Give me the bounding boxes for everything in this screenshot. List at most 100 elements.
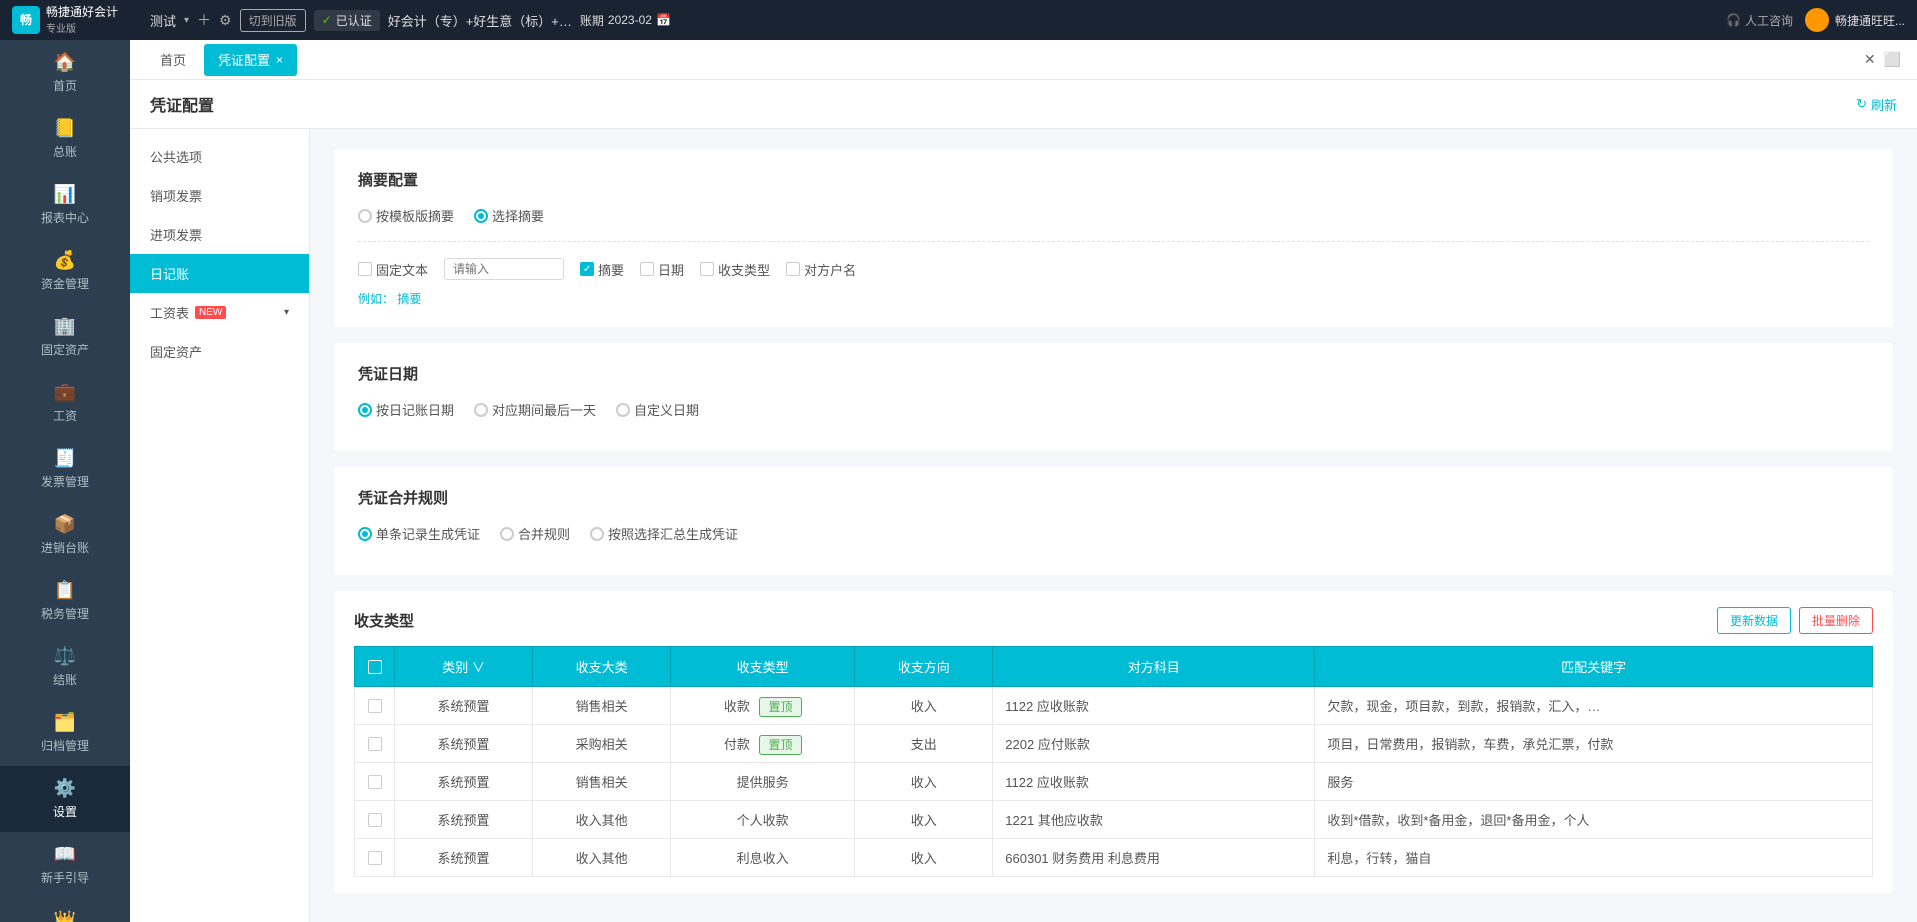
- td-keywords-2: 项目，日常费用，报销款，车费，承兑汇票，付款: [1315, 725, 1873, 763]
- switch-version-button[interactable]: 切到旧版: [240, 9, 306, 32]
- radio-merge-rules[interactable]: 合并规则: [500, 524, 570, 543]
- cb-date-label: 日期: [658, 260, 684, 279]
- nav-item-payroll[interactable]: 工资表 NEW ▾: [130, 293, 309, 332]
- cb-fixed-text-label: 固定文本: [376, 260, 428, 279]
- tab-maximize-button[interactable]: ⬜: [1884, 51, 1901, 68]
- row-checkbox-3[interactable]: [368, 775, 382, 789]
- sidebar-item-member[interactable]: 👑 畅会员: [0, 898, 130, 922]
- radio-diary-date-label: 按日记账日期: [376, 400, 454, 419]
- logo-text: 畅捷通好会计: [46, 5, 118, 19]
- td-checkbox-3[interactable]: [355, 763, 395, 801]
- top-bar-right: 🎧 人工咨询 畅捷通旺旺...: [1726, 8, 1905, 32]
- table-row: 系统预置 销售相关 收款 置顶 收入 1122 应收账款 欠款，现金，项目款，到…: [355, 687, 1873, 725]
- cb-date[interactable]: 日期: [640, 260, 684, 279]
- period-label: 账期: [580, 12, 604, 29]
- td-type-2: 付款 置顶: [671, 725, 855, 763]
- example-prefix: 例如：: [358, 292, 394, 306]
- batch-delete-button[interactable]: 批量删除: [1799, 607, 1873, 634]
- top-bar-middle: 测试 ▾ ＋ ⚙ 切到旧版 ✓ 已认证 好会计（专）+好生意（标）+… 账期 2…: [150, 9, 1718, 32]
- row-checkbox-5[interactable]: [368, 851, 382, 865]
- certified-badge: ✓ 已认证: [314, 10, 380, 31]
- sidebar-item-archive[interactable]: 🗂️ 归档管理: [0, 700, 130, 766]
- tab-voucher-config[interactable]: 凭证配置 ×: [204, 44, 297, 76]
- radio-template-summary[interactable]: 按模板版摘要: [358, 206, 454, 225]
- update-data-button[interactable]: 更新数据: [1717, 607, 1791, 634]
- settings-icon[interactable]: ⚙: [219, 12, 232, 29]
- nav-item-public[interactable]: 公共选项: [130, 137, 309, 176]
- radio-diary-date[interactable]: 按日记账日期: [358, 400, 454, 419]
- settings-sidebar-icon: ⚙️: [54, 778, 76, 799]
- tab-controls: ✕ ⬜: [1864, 51, 1901, 68]
- th-direction: 收支方向: [855, 647, 993, 687]
- refresh-button[interactable]: ↻ 刷新: [1856, 95, 1897, 114]
- cb-summary[interactable]: ✓ 摘要: [580, 260, 624, 279]
- right-content: 摘要配置 按模板版摘要 选择摘要: [310, 129, 1917, 922]
- nav-item-fixed-assets[interactable]: 固定资产: [130, 332, 309, 371]
- fixed-text-input[interactable]: [444, 258, 564, 280]
- radio-custom-date[interactable]: 自定义日期: [616, 400, 699, 419]
- select-all-checkbox[interactable]: [368, 660, 382, 674]
- left-nav: 公共选项 销项发票 进项发票 日记账 工资表 NEW ▾ 固定资产: [130, 129, 310, 922]
- sidebar-item-guide[interactable]: 📖 新手引导: [0, 832, 130, 898]
- reports-icon: 📊: [54, 184, 76, 205]
- th-account: 对方科目: [993, 647, 1315, 687]
- calendar-icon[interactable]: 📅: [656, 13, 671, 27]
- assets-icon: 🏢: [54, 316, 76, 337]
- row-checkbox-2[interactable]: [368, 737, 382, 751]
- period-value: 2023-02: [608, 13, 652, 27]
- sidebar-item-ledger[interactable]: 📒 总账: [0, 106, 130, 172]
- sidebar-item-reports[interactable]: 📊 报表中心: [0, 172, 130, 238]
- nav-item-diary[interactable]: 日记账: [130, 254, 309, 293]
- td-category-4: 系统预置: [395, 801, 533, 839]
- td-type-1: 收款 置顶: [671, 687, 855, 725]
- sidebar-item-assets[interactable]: 🏢 固定资产: [0, 304, 130, 370]
- td-checkbox-1[interactable]: [355, 687, 395, 725]
- add-icon[interactable]: ＋: [197, 10, 211, 30]
- cb-fixed-text[interactable]: 固定文本: [358, 260, 428, 279]
- tab-home[interactable]: 首页: [146, 44, 200, 76]
- sidebar-item-tax[interactable]: 📋 税务管理: [0, 568, 130, 634]
- nav-item-purchase-invoice[interactable]: 进项发票: [130, 215, 309, 254]
- dropdown-arrow-icon[interactable]: ▾: [184, 15, 189, 26]
- top-bar: 畅 畅捷通好会计 专业版 测试 ▾ ＋ ⚙ 切到旧版 ✓ 已认证 好会计（专）+…: [0, 0, 1917, 40]
- tab-close-icon[interactable]: ×: [276, 53, 283, 67]
- td-checkbox-5[interactable]: [355, 839, 395, 877]
- sidebar-purchase-label: 进销台账: [41, 539, 89, 556]
- sidebar-item-settings[interactable]: ⚙️ 设置: [0, 766, 130, 832]
- row-checkbox-4[interactable]: [368, 813, 382, 827]
- cb-fixed-text-box: [358, 262, 372, 276]
- radio-select-summary[interactable]: 选择摘要: [474, 206, 544, 225]
- sidebar-item-capital[interactable]: 💰 资金管理: [0, 238, 130, 304]
- radio-last-day[interactable]: 对应期间最后一天: [474, 400, 596, 419]
- main-layout: 🏠 首页 📒 总账 📊 报表中心 💰 资金管理 🏢 固定资产 💼 工资 🧾 发票…: [0, 40, 1917, 922]
- row-checkbox-1[interactable]: [368, 699, 382, 713]
- logo: 畅 畅捷通好会计 专业版: [12, 5, 142, 34]
- sidebar-item-purchase[interactable]: 📦 进销台账: [0, 502, 130, 568]
- td-checkbox-2[interactable]: [355, 725, 395, 763]
- top-tag-1: 置顶: [759, 697, 801, 717]
- sidebar-item-invoice[interactable]: 🧾 发票管理: [0, 436, 130, 502]
- tab-close-window-button[interactable]: ✕: [1864, 51, 1876, 68]
- ledger-icon: 📒: [54, 118, 76, 139]
- cb-type[interactable]: 收支类型: [700, 260, 770, 279]
- tax-icon: 📋: [54, 580, 76, 601]
- radio-single-record[interactable]: 单条记录生成凭证: [358, 524, 480, 543]
- td-account-4: 1221 其他应收款: [993, 801, 1315, 839]
- sidebar-item-home[interactable]: 🏠 首页: [0, 40, 130, 106]
- tab-voucher-config-label: 凭证配置: [218, 50, 270, 69]
- radio-select-circle: [474, 209, 488, 223]
- service-button[interactable]: 🎧 人工咨询: [1726, 12, 1793, 29]
- td-type-5: 利息收入: [671, 839, 855, 877]
- th-category: 类别 ∨: [395, 647, 533, 687]
- radio-summary-generate[interactable]: 按照选择汇总生成凭证: [590, 524, 738, 543]
- cb-counterpart[interactable]: 对方户名: [786, 260, 856, 279]
- td-account-3: 1122 应收账款: [993, 763, 1315, 801]
- sidebar-item-settlement[interactable]: ⚖️ 结账: [0, 634, 130, 700]
- td-checkbox-4[interactable]: [355, 801, 395, 839]
- nav-item-sales-invoice[interactable]: 销项发票: [130, 176, 309, 215]
- sidebar-item-salary[interactable]: 💼 工资: [0, 370, 130, 436]
- page-title: 凭证配置: [150, 92, 214, 116]
- nav-diary-label: 日记账: [150, 264, 189, 283]
- certified-icon: ✓: [322, 13, 332, 27]
- th-checkbox[interactable]: [355, 647, 395, 687]
